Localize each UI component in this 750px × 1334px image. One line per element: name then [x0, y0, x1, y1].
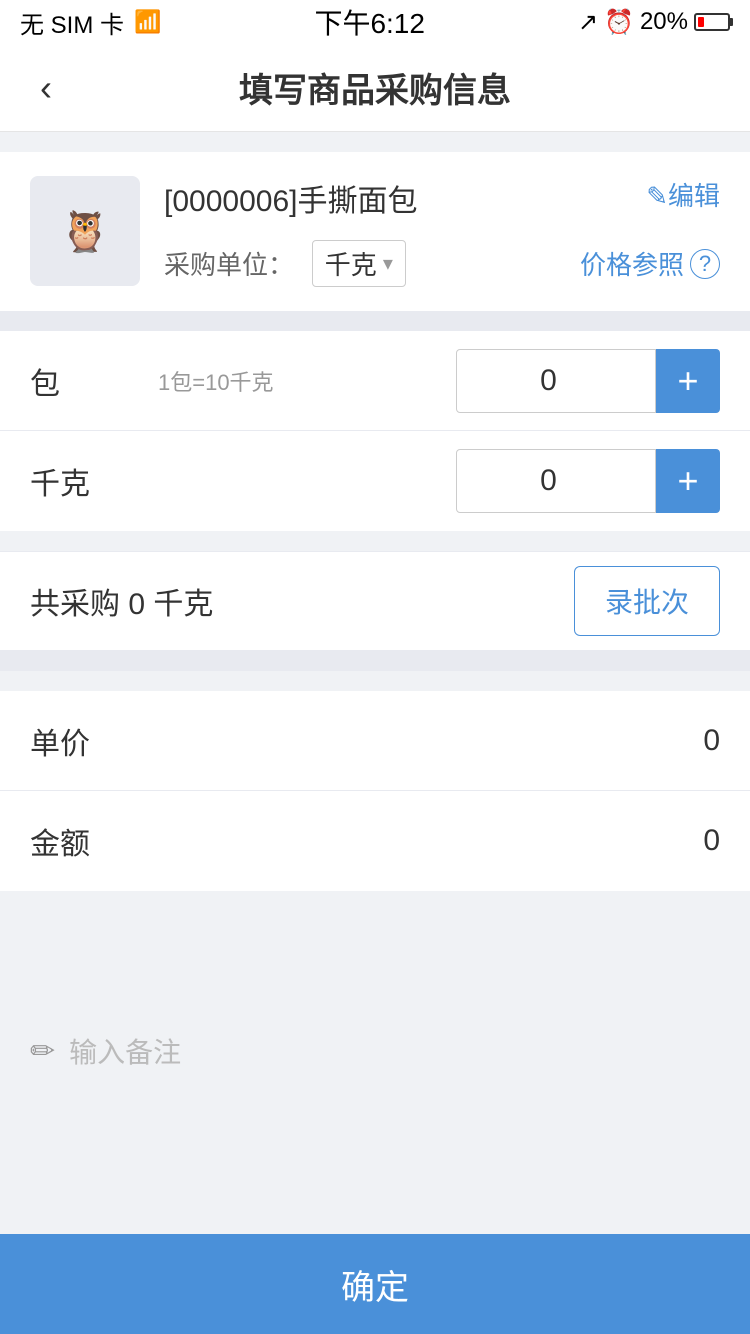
product-logo-icon: 🦉 — [60, 208, 110, 255]
location-icon: ↗ — [578, 8, 598, 37]
kg-qty-input[interactable] — [456, 449, 656, 513]
bao-label: 包 — [30, 359, 150, 403]
kg-plus-button[interactable]: + — [656, 449, 720, 513]
chevron-down-icon: ▾ — [383, 251, 393, 276]
product-image: 🦉 — [30, 176, 140, 286]
nav-bar: ‹ 填写商品采购信息 — [0, 44, 750, 132]
unit-price-label: 单价 — [30, 719, 703, 763]
price-ref-button[interactable]: 价格参照 ? — [580, 245, 720, 282]
alarm-icon: ⏰ — [604, 8, 634, 37]
product-unit-row: 采购单位： 千克 ▾ 价格参照 ? — [164, 240, 720, 287]
info-section: 单价 0 金额 0 — [0, 691, 750, 891]
edit-button[interactable]: ✎编辑 — [646, 176, 720, 213]
summary-row: 共采购 0 千克 录批次 — [0, 551, 750, 651]
input-section: 包 1包=10千克 + 千克 + — [0, 331, 750, 531]
product-card: 🦉 [0000006]手撕面包 ✎编辑 采购单位： 千克 ▾ 价格参照 ? — [0, 152, 750, 311]
unit-price-row: 单价 0 — [0, 691, 750, 791]
bao-qty-input[interactable] — [456, 349, 656, 413]
unit-group: 采购单位： 千克 ▾ — [164, 240, 406, 287]
amount-label: 金额 — [30, 819, 703, 863]
product-name: [0000006]手撕面包 — [164, 176, 417, 220]
pencil-icon: ✏ — [30, 1034, 55, 1069]
section-divider-1 — [0, 311, 750, 331]
page-title: 填写商品采购信息 — [239, 63, 511, 112]
kg-qty-wrap: + — [456, 449, 720, 513]
kg-input-row: 千克 + — [0, 431, 750, 531]
status-bar: 无 SIM 卡 📶 下午6:12 ↗ ⏰ 20% — [0, 0, 750, 44]
product-header: [0000006]手撕面包 ✎编辑 — [164, 176, 720, 220]
notes-section[interactable]: ✏ 输入备注 — [0, 911, 750, 1191]
battery-indicator — [694, 13, 730, 31]
status-right: ↗ ⏰ 20% — [578, 8, 730, 37]
amount-row: 金额 0 — [0, 791, 750, 891]
confirm-button[interactable]: 确定 — [341, 1260, 409, 1309]
status-left: 无 SIM 卡 📶 — [20, 5, 161, 40]
wifi-icon: 📶 — [134, 9, 161, 35]
help-icon: ? — [690, 249, 720, 279]
bao-input-row: 包 1包=10千克 + — [0, 331, 750, 431]
battery-percent: 20% — [640, 8, 688, 36]
summary-text: 共采购 0 千克 — [30, 579, 574, 623]
kg-label: 千克 — [30, 459, 150, 503]
bao-sub-label: 1包=10千克 — [158, 365, 274, 397]
unit-price-value: 0 — [703, 724, 720, 758]
section-divider-2 — [0, 651, 750, 671]
bao-plus-button[interactable]: + — [656, 349, 720, 413]
notes-placeholder: 输入备注 — [69, 1031, 181, 1071]
sim-label: 无 SIM 卡 — [20, 5, 124, 40]
unit-value: 千克 — [325, 245, 377, 282]
record-batch-button[interactable]: 录批次 — [574, 566, 720, 636]
price-ref-label: 价格参照 — [580, 245, 684, 282]
amount-value: 0 — [703, 824, 720, 858]
unit-selector[interactable]: 千克 ▾ — [312, 240, 406, 287]
status-time: 下午6:12 — [314, 2, 425, 42]
unit-label: 采购单位： — [164, 250, 294, 280]
back-button[interactable]: ‹ — [30, 57, 62, 119]
product-info: [0000006]手撕面包 ✎编辑 采购单位： 千克 ▾ 价格参照 ? — [164, 176, 720, 287]
bao-qty-wrap: + — [456, 349, 720, 413]
confirm-bar[interactable]: 确定 — [0, 1234, 750, 1334]
